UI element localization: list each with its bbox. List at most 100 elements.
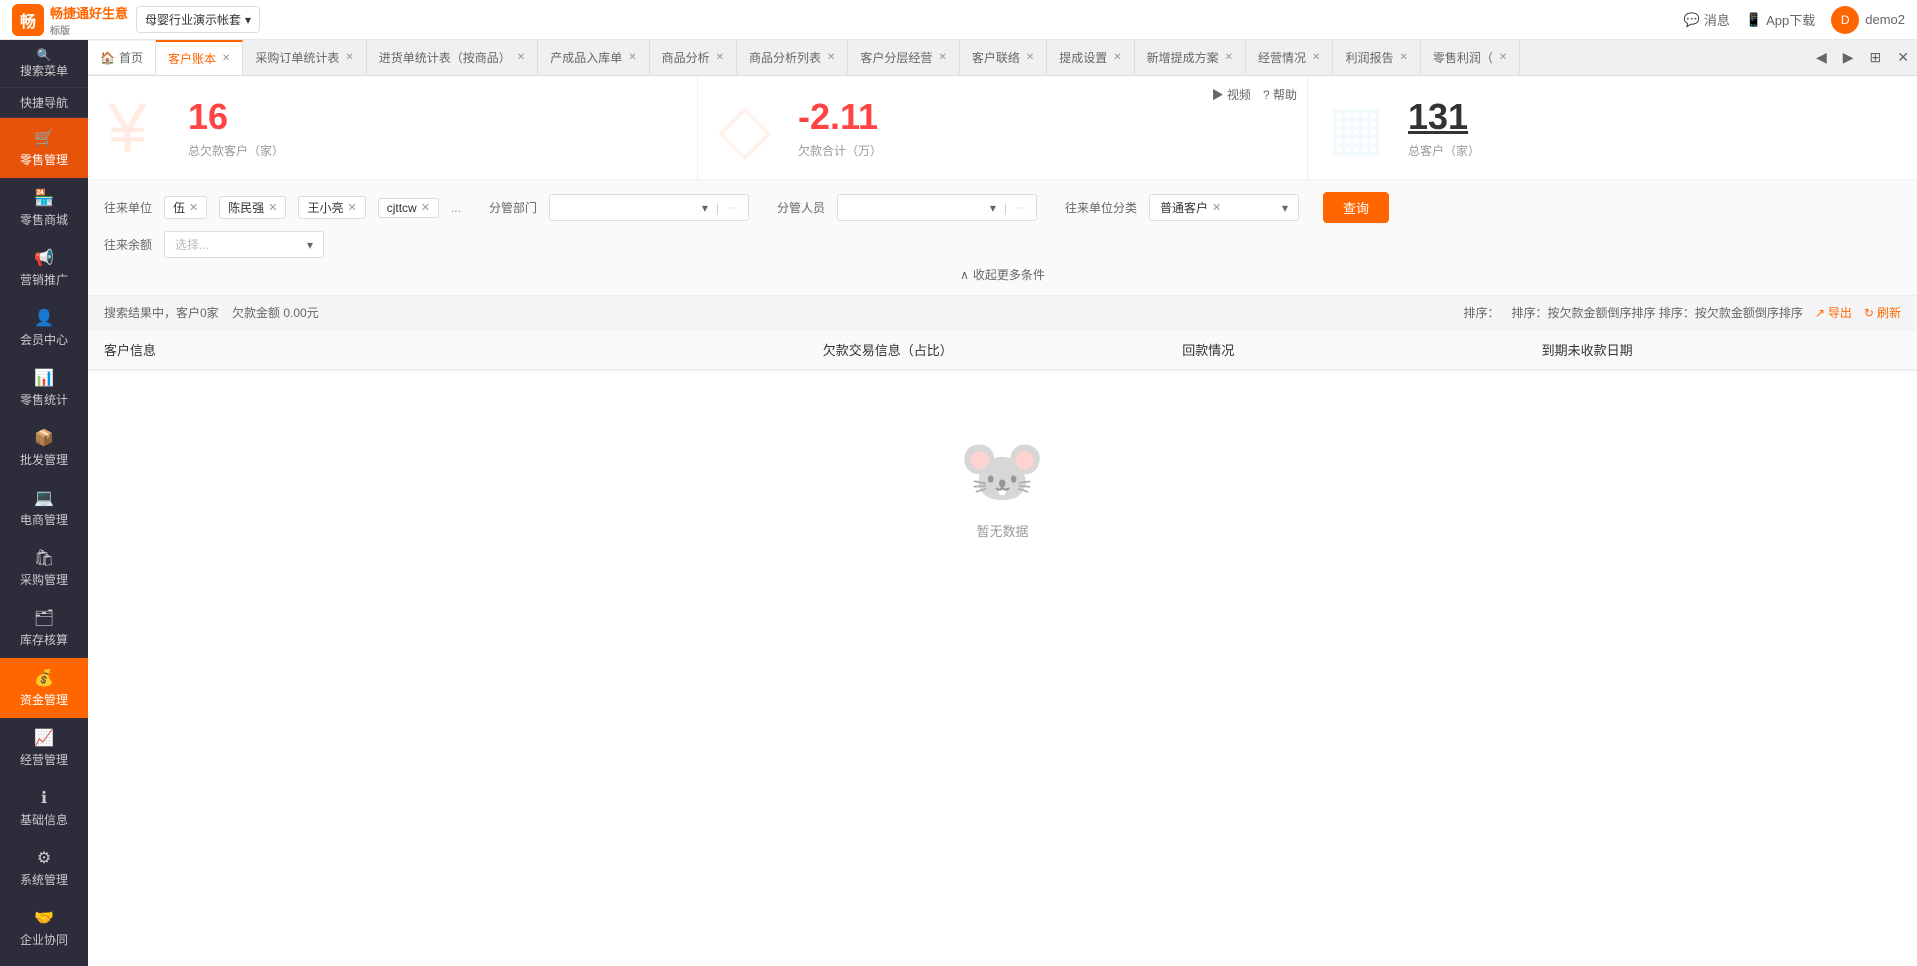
sidebar-item-operations[interactable]: 📈 经营管理 (0, 718, 88, 778)
stat-label-1: 总欠款客户（家） (188, 142, 284, 159)
filter-more-tags[interactable]: ... (451, 201, 461, 215)
tab-close-purchase-orders[interactable]: ✕ (345, 52, 353, 63)
wholesale-icon: 📦 (34, 428, 54, 448)
tab-profit-report[interactable]: 利润报告 ✕ (1333, 41, 1420, 74)
sidebar-item-new-guide[interactable]: 🎯 新手引导 (0, 958, 88, 966)
sidebar-quick-nav[interactable]: 快捷导航 (0, 88, 88, 118)
ecommerce-icon: 💻 (34, 488, 54, 508)
filter-category-select[interactable]: 普通客户 ✕ ▾ (1149, 194, 1299, 221)
avatar: D (1831, 6, 1859, 34)
finance-icon: 💰 (34, 668, 54, 688)
remove-tag-ordinary[interactable]: ✕ (1212, 201, 1221, 214)
data-table: 客户信息 欠款交易信息（占比） 回款情况 到期未收款日期 🐭 暂无数据 (88, 330, 1917, 600)
tab-close-accounts[interactable]: ✕ (222, 53, 230, 64)
tab-accounts[interactable]: 客户账本 ✕ (156, 40, 243, 75)
export-btn[interactable]: ↗ 导出 (1815, 304, 1852, 321)
query-button[interactable]: 查询 (1323, 192, 1389, 223)
filter-label-unit: 往来单位 (104, 199, 152, 216)
filter-balance-select[interactable]: 选择... ▾ (164, 231, 324, 258)
remove-tag-cjttcw[interactable]: ✕ (421, 201, 430, 214)
filter-label-dept: 分管部门 (489, 199, 537, 216)
stat-value-2: -2.11 (798, 96, 882, 138)
remove-tag-chen[interactable]: ✕ (268, 201, 277, 214)
sidebar-item-purchase[interactable]: 🛍 采购管理 (0, 538, 88, 598)
sidebar-item-ecommerce[interactable]: 💻 电商管理 (0, 478, 88, 538)
collapse-btn[interactable]: ∧ 收起更多条件 (960, 266, 1045, 283)
tab-home[interactable]: 🏠 首页 (88, 41, 156, 74)
tab-purchase-orders[interactable]: 采购订单统计表 ✕ (243, 41, 366, 74)
clear-person[interactable]: ··· (1015, 202, 1026, 214)
top-bar-right: 💬 消息 📱 App下载 D demo2 (1684, 6, 1905, 34)
download-icon: 📱 (1746, 12, 1762, 28)
tab-close-purchase-stats[interactable]: ✕ (517, 52, 525, 63)
tab-close-business-status[interactable]: ✕ (1312, 52, 1320, 63)
result-info: 搜索结果中，客户0家 欠款金额 0.00元 (104, 304, 319, 321)
tab-close-promote-settings[interactable]: ✕ (1113, 52, 1121, 63)
table-header: 客户信息 欠款交易信息（占比） 回款情况 到期未收款日期 (88, 330, 1917, 371)
sidebar-item-basic-info[interactable]: ℹ 基础信息 (0, 778, 88, 838)
tab-scroll-right[interactable]: ▶ (1835, 45, 1862, 70)
filter-person-select[interactable]: ▾ | ··· (837, 194, 1037, 221)
content-area: 🏠 首页 客户账本 ✕ 采购订单统计表 ✕ 进货单统计表（按商品） ✕ 产成品入… (88, 40, 1917, 966)
tab-close-product-inbound[interactable]: ✕ (628, 52, 636, 63)
refresh-btn[interactable]: ↻ 刷新 (1864, 304, 1901, 321)
video-help-btn[interactable]: ▶ 视频 (1212, 86, 1251, 103)
tab-close-new-promote[interactable]: ✕ (1225, 52, 1233, 63)
tab-close-product-analysis[interactable]: ✕ (716, 52, 724, 63)
tab-business-status[interactable]: 经营情况 ✕ (1246, 41, 1333, 74)
tab-close-customer-connect[interactable]: ✕ (1026, 52, 1034, 63)
filter-label-person: 分管人员 (777, 199, 825, 216)
help-btn[interactable]: ? 帮助 (1263, 86, 1297, 103)
tab-product-analysis[interactable]: 商品分析 ✕ (650, 41, 737, 74)
tab-close-profit-report[interactable]: ✕ (1399, 52, 1407, 63)
system-icon: ⚙ (37, 848, 51, 868)
clear-dept[interactable]: ··· (727, 202, 738, 214)
company-selector[interactable]: 母婴行业演示帐套 ▾ (136, 6, 260, 33)
sidebar-item-retail-mall[interactable]: 🏪 零售商城 (0, 178, 88, 238)
app-title: 畅捷通好生意 (50, 3, 128, 22)
stat-card-total-customers: ▦ 131 总客户（家） (1308, 76, 1917, 179)
tab-scroll-left[interactable]: ◀ (1808, 45, 1835, 70)
sidebar-item-retail-stats[interactable]: 📊 零售统计 (0, 358, 88, 418)
main-layout: 🔍 搜索菜单 快捷导航 🛒 零售管理 🏪 零售商城 📢 营销推广 👤 会员中心 … (0, 40, 1917, 966)
result-actions: 排序： 排序：按欠款金额倒序排序 排序：按欠款金额倒序排序 ↗ 导出 ↻ 刷新 (1463, 304, 1901, 321)
app-download-btn[interactable]: 📱 App下载 (1746, 10, 1815, 29)
message-icon: 💬 (1684, 12, 1700, 28)
sidebar-search[interactable]: 🔍 搜索菜单 (0, 40, 88, 88)
tab-customer-connect[interactable]: 客户联络 ✕ (960, 41, 1047, 74)
sidebar-item-member-center[interactable]: 👤 会员中心 (0, 298, 88, 358)
stat-label-3: 总客户（家） (1408, 142, 1480, 159)
tab-close-retail-profit[interactable]: ✕ (1499, 52, 1507, 63)
user-profile[interactable]: D demo2 (1831, 6, 1905, 34)
tab-product-inbound[interactable]: 产成品入库单 ✕ (538, 41, 649, 74)
filter-dept-select[interactable]: ▾ | ··· (549, 194, 749, 221)
sidebar-item-wholesale[interactable]: 📦 批发管理 (0, 418, 88, 478)
message-btn[interactable]: 💬 消息 (1684, 10, 1730, 29)
top-bar-left: 畅 畅捷通好生意 标版 母婴行业演示帐套 ▾ (12, 3, 260, 37)
tab-purchase-stats[interactable]: 进货单统计表（按商品） ✕ (367, 41, 538, 74)
tab-close-all[interactable]: ✕ (1889, 45, 1917, 70)
tab-new-promote[interactable]: 新增提成方案 ✕ (1135, 41, 1246, 74)
tab-more[interactable]: ⊞ (1862, 45, 1890, 70)
member-icon: 👤 (34, 308, 54, 328)
remove-tag-wang[interactable]: ✕ (348, 201, 357, 214)
collapse-row: ∧ 收起更多条件 (104, 266, 1901, 283)
sidebar-item-finance[interactable]: 💰 资金管理 (0, 658, 88, 718)
sidebar-item-inventory[interactable]: 🗂 库存核算 (0, 598, 88, 658)
tab-customer-segments[interactable]: 客户分层经营 ✕ (848, 41, 959, 74)
purchase-icon: 🛍 (34, 548, 54, 568)
sidebar-item-system[interactable]: ⚙ 系统管理 (0, 838, 88, 898)
filter-tag-wu: 伍 ✕ (164, 196, 207, 219)
chevron-up-icon: ∧ (960, 268, 969, 282)
tab-close-product-analysis-list[interactable]: ✕ (827, 52, 835, 63)
tab-retail-profit[interactable]: 零售利润（ ✕ (1421, 41, 1520, 74)
tab-close-customer-segments[interactable]: ✕ (938, 52, 946, 63)
filter-tag-chen: 陈民强 ✕ (219, 196, 286, 219)
sidebar-item-marketing[interactable]: 📢 营销推广 (0, 238, 88, 298)
sidebar-item-enterprise-coop[interactable]: 🤝 企业协同 (0, 898, 88, 958)
sidebar-item-retail-mgmt[interactable]: 🛒 零售管理 (0, 118, 88, 178)
remove-tag-wu[interactable]: ✕ (189, 201, 198, 214)
tab-promote-settings[interactable]: 提成设置 ✕ (1047, 41, 1134, 74)
filter-tag-wang: 王小亮 ✕ (298, 196, 365, 219)
tab-product-analysis-list[interactable]: 商品分析列表 ✕ (737, 41, 848, 74)
